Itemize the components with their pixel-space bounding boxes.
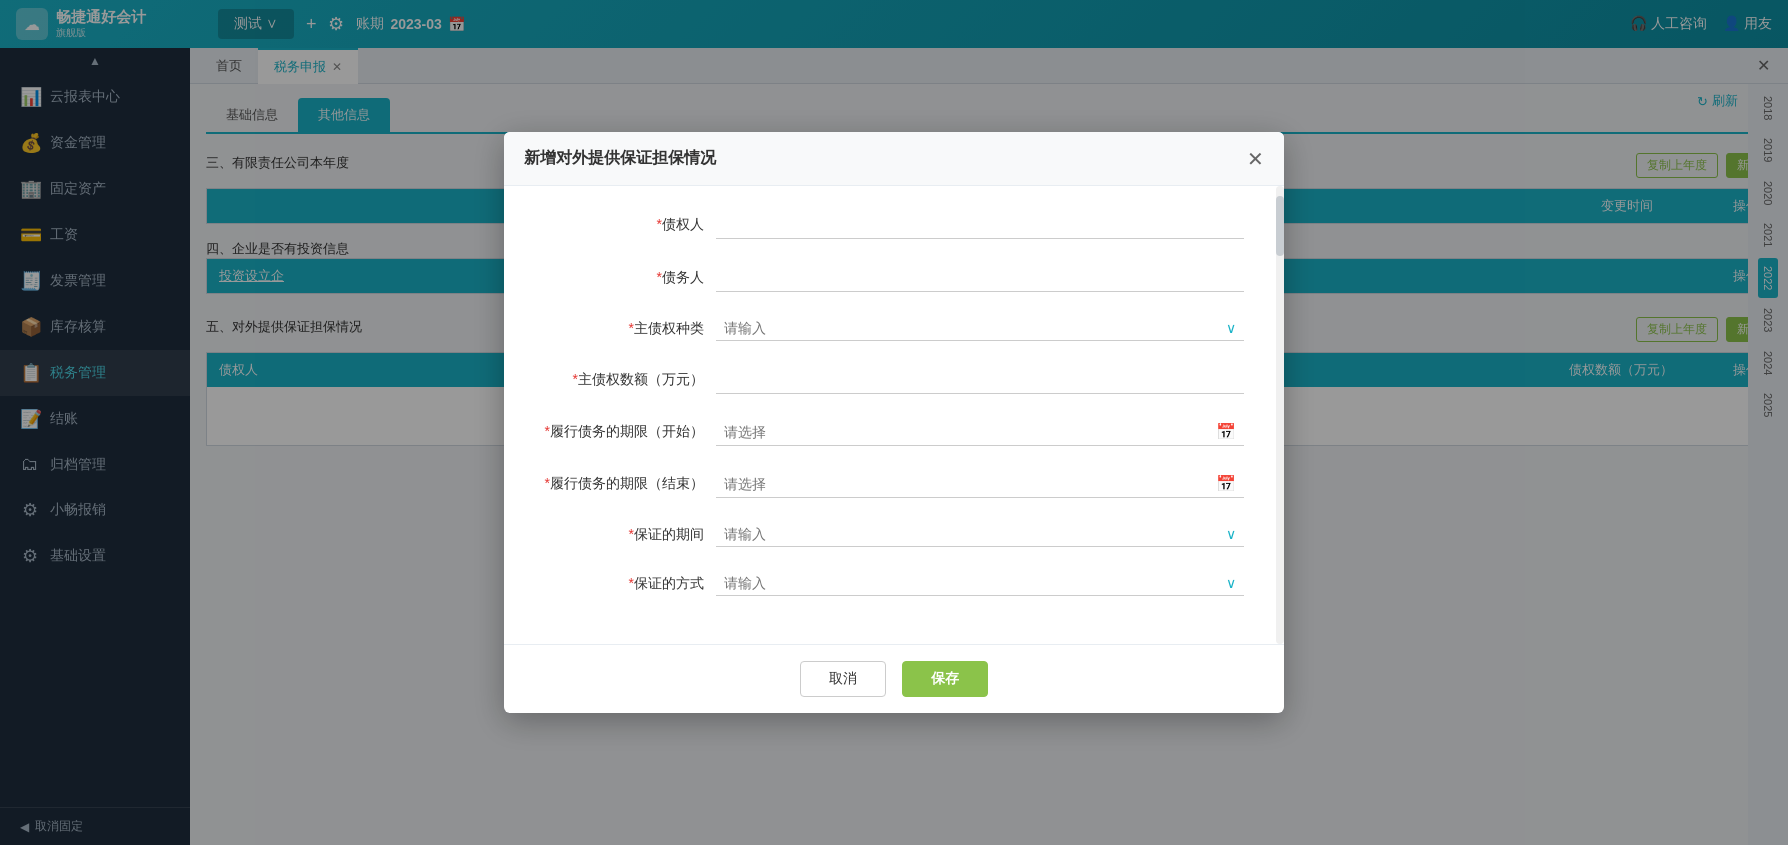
form-row-claim-amount: *主债权数额（万元） <box>544 365 1244 394</box>
form-row-claim-type: *主债权种类 ∨ <box>544 316 1244 341</box>
chevron-down-icon-guarantee-method[interactable]: ∨ <box>1226 575 1236 591</box>
calendar-icon-end[interactable]: 📅 <box>1216 474 1236 493</box>
label-claim-amount: *主债权数额（万元） <box>544 371 704 389</box>
form-row-creditor: *债权人 <box>544 210 1244 239</box>
form-row-debtor: *债务人 <box>544 263 1244 292</box>
label-perf-end: *履行债务的期限（结束） <box>544 475 704 493</box>
chevron-down-icon-guarantee-period[interactable]: ∨ <box>1226 526 1236 542</box>
label-creditor: *债权人 <box>544 216 704 234</box>
modal-overlay: 新增对外提供保证担保情况 ✕ *债权人 *债务人 <box>0 0 1788 845</box>
input-claim-amount[interactable] <box>716 365 1244 394</box>
date-picker-start[interactable]: 📅 <box>716 418 1244 446</box>
input-perf-end[interactable] <box>724 476 1216 492</box>
input-creditor[interactable] <box>716 210 1244 239</box>
select-guarantee-period[interactable]: ∨ <box>716 522 1244 547</box>
cancel-button[interactable]: 取消 <box>800 661 886 697</box>
label-claim-type: *主债权种类 <box>544 320 704 338</box>
input-debtor[interactable] <box>716 263 1244 292</box>
form-row-guarantee-period: *保证的期间 ∨ <box>544 522 1244 547</box>
select-guarantee-method[interactable]: ∨ <box>716 571 1244 596</box>
label-debtor: *债务人 <box>544 269 704 287</box>
modal-body: *债权人 *债务人 *主债权种类 ∨ <box>504 186 1284 644</box>
label-guarantee-method: *保证的方式 <box>544 575 704 593</box>
modal-footer: 取消 保存 <box>504 644 1284 713</box>
input-guarantee-method[interactable] <box>724 575 1226 591</box>
label-perf-start: *履行债务的期限（开始） <box>544 423 704 441</box>
date-picker-end[interactable]: 📅 <box>716 470 1244 498</box>
chevron-down-icon-claim-type[interactable]: ∨ <box>1226 320 1236 336</box>
select-claim-type[interactable]: ∨ <box>716 316 1244 341</box>
input-guarantee-period[interactable] <box>724 526 1226 542</box>
save-button[interactable]: 保存 <box>902 661 988 697</box>
form-row-perf-end: *履行债务的期限（结束） 📅 <box>544 470 1244 498</box>
form-row-perf-start: *履行债务的期限（开始） 📅 <box>544 418 1244 446</box>
input-perf-start[interactable] <box>724 424 1216 440</box>
input-claim-type[interactable] <box>724 320 1226 336</box>
modal-title: 新增对外提供保证担保情况 <box>524 148 716 169</box>
form-row-guarantee-method: *保证的方式 ∨ <box>544 571 1244 596</box>
modal-header: 新增对外提供保证担保情况 ✕ <box>504 132 1284 186</box>
modal-close-btn[interactable]: ✕ <box>1247 149 1264 169</box>
modal-scrollbar-track <box>1276 186 1284 644</box>
modal-scrollbar-thumb[interactable] <box>1276 196 1284 256</box>
label-guarantee-period: *保证的期间 <box>544 526 704 544</box>
add-guarantee-modal: 新增对外提供保证担保情况 ✕ *债权人 *债务人 <box>504 132 1284 713</box>
calendar-icon-start[interactable]: 📅 <box>1216 422 1236 441</box>
